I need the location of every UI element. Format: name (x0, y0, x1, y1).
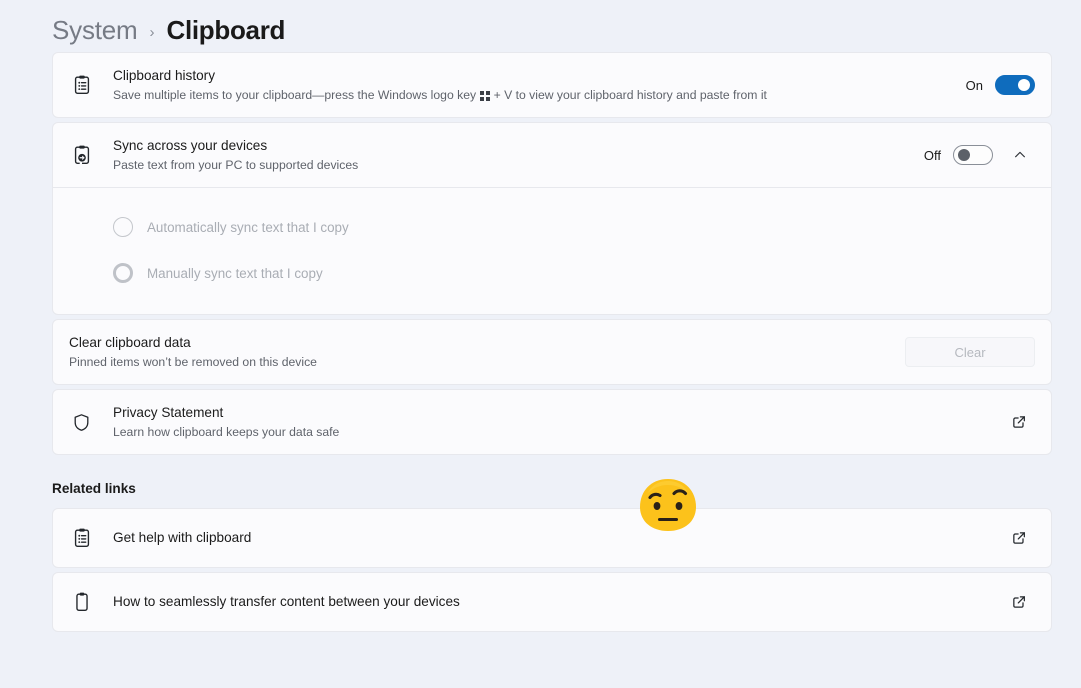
breadcrumb: System › Clipboard (0, 0, 1081, 52)
sync-option-manual[interactable]: Manually sync text that I copy (71, 250, 1033, 296)
privacy-statement-controls (1003, 406, 1035, 438)
radio-manual-sync[interactable] (113, 263, 133, 283)
clear-clipboard-title: Clear clipboard data (69, 334, 191, 350)
windows-logo-key-icon (480, 91, 490, 101)
settings-list: Clipboard history Save multiple items to… (0, 52, 1081, 455)
related-links-list: Get help with clipboard How to seamlessl… (0, 508, 1081, 632)
clipboard-history-toggle[interactable] (995, 75, 1035, 95)
clipboard-history-text: Clipboard history Save multiple items to… (113, 67, 961, 104)
privacy-statement-text: Privacy Statement Learn how clipboard ke… (113, 404, 1003, 441)
get-help-controls (1003, 522, 1035, 554)
clipboard-history-title: Clipboard history (113, 67, 215, 83)
card-clear-clipboard-data: Clear clipboard data Pinned items won’t … (52, 319, 1052, 385)
radio-automatic-sync[interactable] (113, 217, 133, 237)
sync-across-devices-controls: Off (919, 140, 1035, 170)
clipboard-list-icon (71, 527, 113, 549)
row-get-help-with-clipboard[interactable]: Get help with clipboard (53, 509, 1051, 567)
card-privacy-statement: Privacy Statement Learn how clipboard ke… (52, 389, 1052, 455)
clipboard-blank-icon (71, 591, 113, 613)
sync-option-automatic[interactable]: Automatically sync text that I copy (71, 204, 1033, 250)
transfer-content-text: How to seamlessly transfer content betwe… (113, 593, 1003, 611)
external-link-icon (1013, 532, 1025, 544)
description-part-one: Save multiple items to your clipboard—pr… (113, 87, 477, 102)
page-title: Clipboard (166, 14, 286, 45)
transfer-content-open-button[interactable] (1003, 586, 1035, 618)
card-transfer-content: How to seamlessly transfer content betwe… (52, 572, 1052, 632)
shield-icon (71, 412, 113, 433)
card-sync-across-devices: Sync across your devices Paste text from… (52, 122, 1052, 315)
privacy-statement-title: Privacy Statement (113, 404, 224, 420)
sync-expander-button[interactable] (1005, 140, 1035, 170)
sync-options-panel: Automatically sync text that I copy Manu… (53, 188, 1051, 314)
clipboard-history-description: Save multiple items to your clipboard—pr… (113, 87, 947, 104)
radio-manual-sync-label: Manually sync text that I copy (147, 265, 323, 281)
clear-clipboard-controls: Clear (905, 337, 1035, 367)
row-privacy-statement[interactable]: Privacy Statement Learn how clipboard ke… (53, 390, 1051, 454)
breadcrumb-parent-system[interactable]: System (52, 15, 138, 46)
transfer-content-controls (1003, 586, 1035, 618)
clear-clipboard-text: Clear clipboard data Pinned items won’t … (69, 334, 905, 371)
row-clipboard-history[interactable]: Clipboard history Save multiple items to… (53, 53, 1051, 117)
radio-automatic-sync-label: Automatically sync text that I copy (147, 219, 349, 235)
settings-page: System › Clipboard Clipboard history Sav… (0, 0, 1081, 688)
clipboard-history-controls: On (961, 75, 1035, 95)
description-part-two: + V to view your clipboard history and p… (493, 87, 767, 102)
clear-button[interactable]: Clear (905, 337, 1035, 367)
chevron-up-icon (1015, 151, 1025, 158)
get-help-text: Get help with clipboard (113, 529, 1003, 547)
privacy-statement-description: Learn how clipboard keeps your data safe (113, 424, 340, 439)
chevron-right-icon: › (149, 23, 155, 41)
related-links-heading: Related links (52, 481, 136, 496)
sync-across-devices-text: Sync across your devices Paste text from… (113, 137, 919, 174)
row-clear-clipboard-data: Clear clipboard data Pinned items won’t … (53, 320, 1051, 384)
external-link-icon (1013, 416, 1025, 428)
transfer-content-label: How to seamlessly transfer content betwe… (113, 594, 460, 609)
clipboard-list-icon (71, 74, 113, 96)
sync-across-devices-title: Sync across your devices (113, 137, 268, 153)
get-help-open-button[interactable] (1003, 522, 1035, 554)
row-sync-across-devices[interactable]: Sync across your devices Paste text from… (53, 123, 1051, 187)
external-link-icon (1013, 596, 1025, 608)
card-get-help-with-clipboard: Get help with clipboard (52, 508, 1052, 568)
sync-toggle-label: Off (923, 147, 941, 163)
sync-across-devices-description: Paste text from your PC to supported dev… (113, 157, 359, 172)
row-transfer-content[interactable]: How to seamlessly transfer content betwe… (53, 573, 1051, 631)
clipboard-sync-icon (71, 144, 113, 166)
card-clipboard-history: Clipboard history Save multiple items to… (52, 52, 1052, 118)
get-help-label: Get help with clipboard (113, 530, 252, 545)
clipboard-history-toggle-label: On (965, 77, 983, 93)
sync-toggle[interactable] (953, 145, 993, 165)
privacy-statement-open-button[interactable] (1003, 406, 1035, 438)
clear-clipboard-description: Pinned items won’t be removed on this de… (69, 354, 317, 369)
